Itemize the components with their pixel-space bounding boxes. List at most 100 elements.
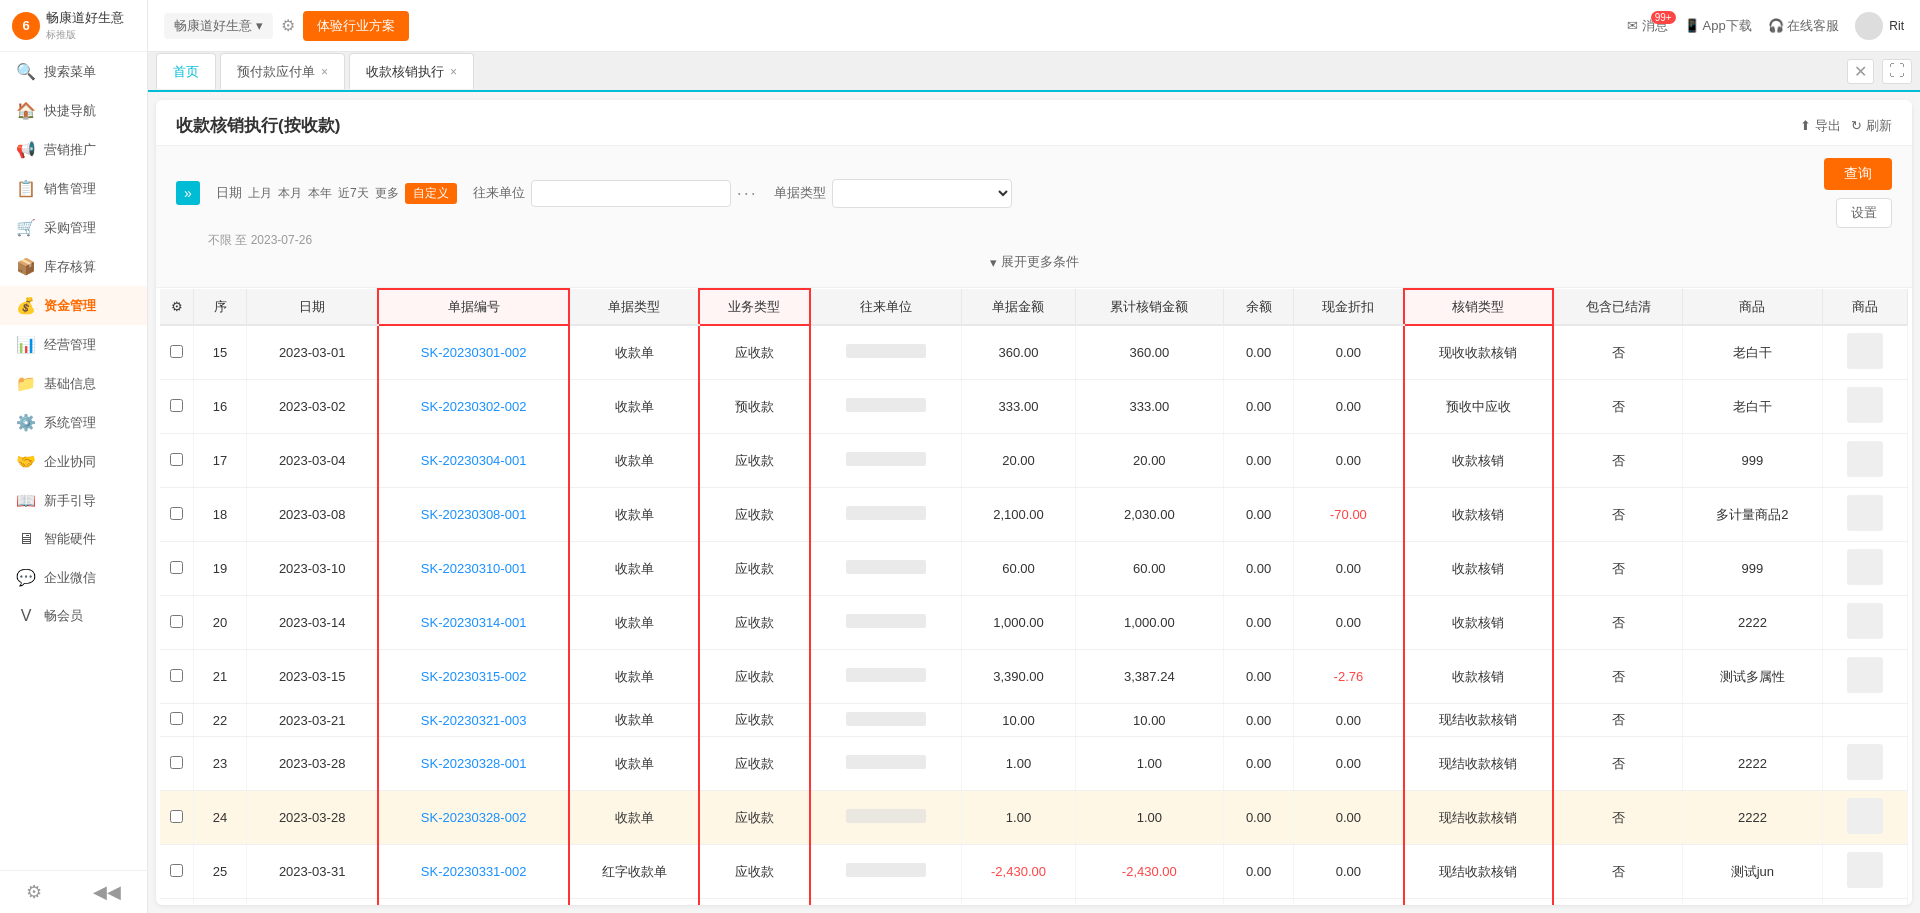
td-biz-type: 应收款 [699, 542, 810, 596]
td-bill-type: 收款单 [569, 488, 699, 542]
partner-input[interactable] [531, 180, 731, 207]
td-bill-no: SK-20230321-003 [378, 704, 569, 737]
sidebar-icon-sales: 📋 [16, 179, 36, 198]
td-cash-discount: 0.00 [1294, 845, 1404, 899]
td-partner [810, 845, 962, 899]
sidebar-item-inventory[interactable]: 📦库存核算 [0, 247, 147, 286]
td-no: 20 [194, 596, 247, 650]
td-amount: 2,100.00 [962, 488, 1076, 542]
bill-no-link[interactable]: SK-20230328-001 [421, 756, 527, 771]
refresh-btn[interactable]: ↻ 刷新 [1851, 117, 1892, 135]
user-avatar[interactable] [1855, 12, 1883, 40]
bill-no-link[interactable]: SK-20230315-002 [421, 669, 527, 684]
td-write-off-amount: 1.00 [1075, 791, 1223, 845]
td-checkbox[interactable] [160, 380, 194, 434]
td-amount: 333.00 [962, 380, 1076, 434]
td-checkbox[interactable] [160, 325, 194, 380]
fullscreen-btn[interactable]: ⛶ [1882, 59, 1912, 84]
td-checkbox[interactable] [160, 791, 194, 845]
this-year-btn[interactable]: 本年 [308, 185, 332, 202]
bill-no-link[interactable]: SK-20230310-001 [421, 561, 527, 576]
bill-type-select[interactable] [832, 179, 1012, 208]
sidebar-item-hardware[interactable]: 🖥智能硬件 [0, 520, 147, 558]
sidebar-item-operation[interactable]: 📊经营管理 [0, 325, 147, 364]
td-checkbox[interactable] [160, 542, 194, 596]
sidebar-item-purchase[interactable]: 🛒采购管理 [0, 208, 147, 247]
partner-blur [846, 809, 926, 823]
td-checkbox[interactable] [160, 737, 194, 791]
sidebar-item-system[interactable]: ⚙️系统管理 [0, 403, 147, 442]
td-write-off-amount: 1.00 [1075, 737, 1223, 791]
service-link[interactable]: 🎧 在线客服 [1768, 17, 1840, 35]
topbar-message[interactable]: ✉ 消息 99+ [1627, 17, 1668, 35]
sidebar-icon-wechat: 💬 [16, 568, 36, 587]
td-write-off-type: 预收中应收 [1404, 380, 1554, 434]
filter-toggle-btn[interactable]: » [176, 181, 200, 205]
tab-close-collection[interactable]: × [450, 65, 457, 79]
th-date: 日期 [247, 289, 379, 325]
td-amount: 3,390.00 [962, 650, 1076, 704]
table-row: 22 2023-03-21 SK-20230321-003 收款单 应收款 10… [160, 704, 1908, 737]
breadcrumb[interactable]: 畅康道好生意 ▾ [164, 13, 273, 39]
td-checkbox[interactable] [160, 899, 194, 906]
tab-prepay[interactable]: 预付款应付单× [220, 53, 345, 89]
settings-bottom-icon[interactable]: ⚙ [26, 881, 42, 903]
tab-close-prepay[interactable]: × [321, 65, 328, 79]
bill-no-link[interactable]: SK-20230314-001 [421, 615, 527, 630]
close-tab-btn[interactable]: ✕ [1847, 59, 1874, 84]
topbar-gear-icon[interactable]: ⚙ [281, 16, 295, 35]
custom-date-btn[interactable]: 自定义 [405, 183, 457, 204]
app-download-link[interactable]: 📱 App下载 [1684, 17, 1752, 35]
td-checkbox[interactable] [160, 704, 194, 737]
bill-no-link[interactable]: SK-20230301-002 [421, 345, 527, 360]
export-btn[interactable]: ⬆ 导出 [1800, 117, 1841, 135]
this-month-btn[interactable]: 本月 [278, 185, 302, 202]
expand-more-btn[interactable]: ▾ 展开更多条件 [176, 249, 1892, 275]
filter-settings-btn[interactable]: 设置 [1836, 198, 1892, 228]
td-write-off-type: 现收收款核销 [1404, 325, 1554, 380]
td-no: 18 [194, 488, 247, 542]
bill-no-link[interactable]: SK-20230304-001 [421, 453, 527, 468]
bill-no-link[interactable]: SK-20230308-001 [421, 507, 527, 522]
td-checkbox[interactable] [160, 650, 194, 704]
sidebar-item-finance[interactable]: 💰资金管理 [0, 286, 147, 325]
td-goods2 [1822, 737, 1907, 791]
more-date-btn[interactable]: 更多 [375, 185, 399, 202]
td-biz-type: 应收款 [699, 325, 810, 380]
more-filters-btn[interactable]: ··· [737, 183, 758, 204]
last-7days-btn[interactable]: 近7天 [338, 185, 369, 202]
collapse-icon[interactable]: ◀◀ [93, 881, 121, 903]
sidebar-item-basic[interactable]: 📁基础信息 [0, 364, 147, 403]
td-goods: 2222 [1683, 596, 1822, 650]
sidebar-item-corp[interactable]: 🤝企业协同 [0, 442, 147, 481]
bill-no-link[interactable]: SK-20230328-002 [421, 810, 527, 825]
td-checkbox[interactable] [160, 845, 194, 899]
goods-thumbnail [1847, 441, 1883, 477]
industry-btn[interactable]: 体验行业方案 [303, 11, 409, 41]
th-settings[interactable]: ⚙ [160, 289, 194, 325]
sidebar-item-guide[interactable]: 📖新手引导 [0, 481, 147, 520]
last-month-btn[interactable]: 上月 [248, 185, 272, 202]
td-biz-type: 应收款 [699, 845, 810, 899]
sidebar-item-member[interactable]: V畅会员 [0, 597, 147, 635]
sidebar-item-wechat[interactable]: 💬企业微信 [0, 558, 147, 597]
tab-collection[interactable]: 收款核销执行× [349, 53, 474, 89]
sidebar-label-purchase: 采购管理 [44, 219, 96, 237]
bill-no-link[interactable]: SK-20230321-003 [421, 713, 527, 728]
tab-home[interactable]: 首页 [156, 53, 216, 89]
td-checkbox[interactable] [160, 596, 194, 650]
td-checkbox[interactable] [160, 488, 194, 542]
sidebar-item-marketing[interactable]: 📢营销推广 [0, 130, 147, 169]
bill-no-link[interactable]: SK-20230302-002 [421, 399, 527, 414]
sidebar-item-sales[interactable]: 📋销售管理 [0, 169, 147, 208]
td-write-off-type: 现结收款核销 [1404, 737, 1554, 791]
bill-no-link[interactable]: SK-20230331-002 [421, 864, 527, 879]
td-amount: 20.00 [962, 899, 1076, 906]
td-date: 2023-03-04 [247, 434, 379, 488]
query-btn[interactable]: 查询 [1824, 158, 1892, 190]
sidebar-item-quicknav[interactable]: 🏠快捷导航 [0, 91, 147, 130]
td-checkbox[interactable] [160, 434, 194, 488]
sidebar-item-search[interactable]: 🔍搜索菜单 [0, 52, 147, 91]
sidebar-label-basic: 基础信息 [44, 375, 96, 393]
td-date: 2023-03-02 [247, 380, 379, 434]
